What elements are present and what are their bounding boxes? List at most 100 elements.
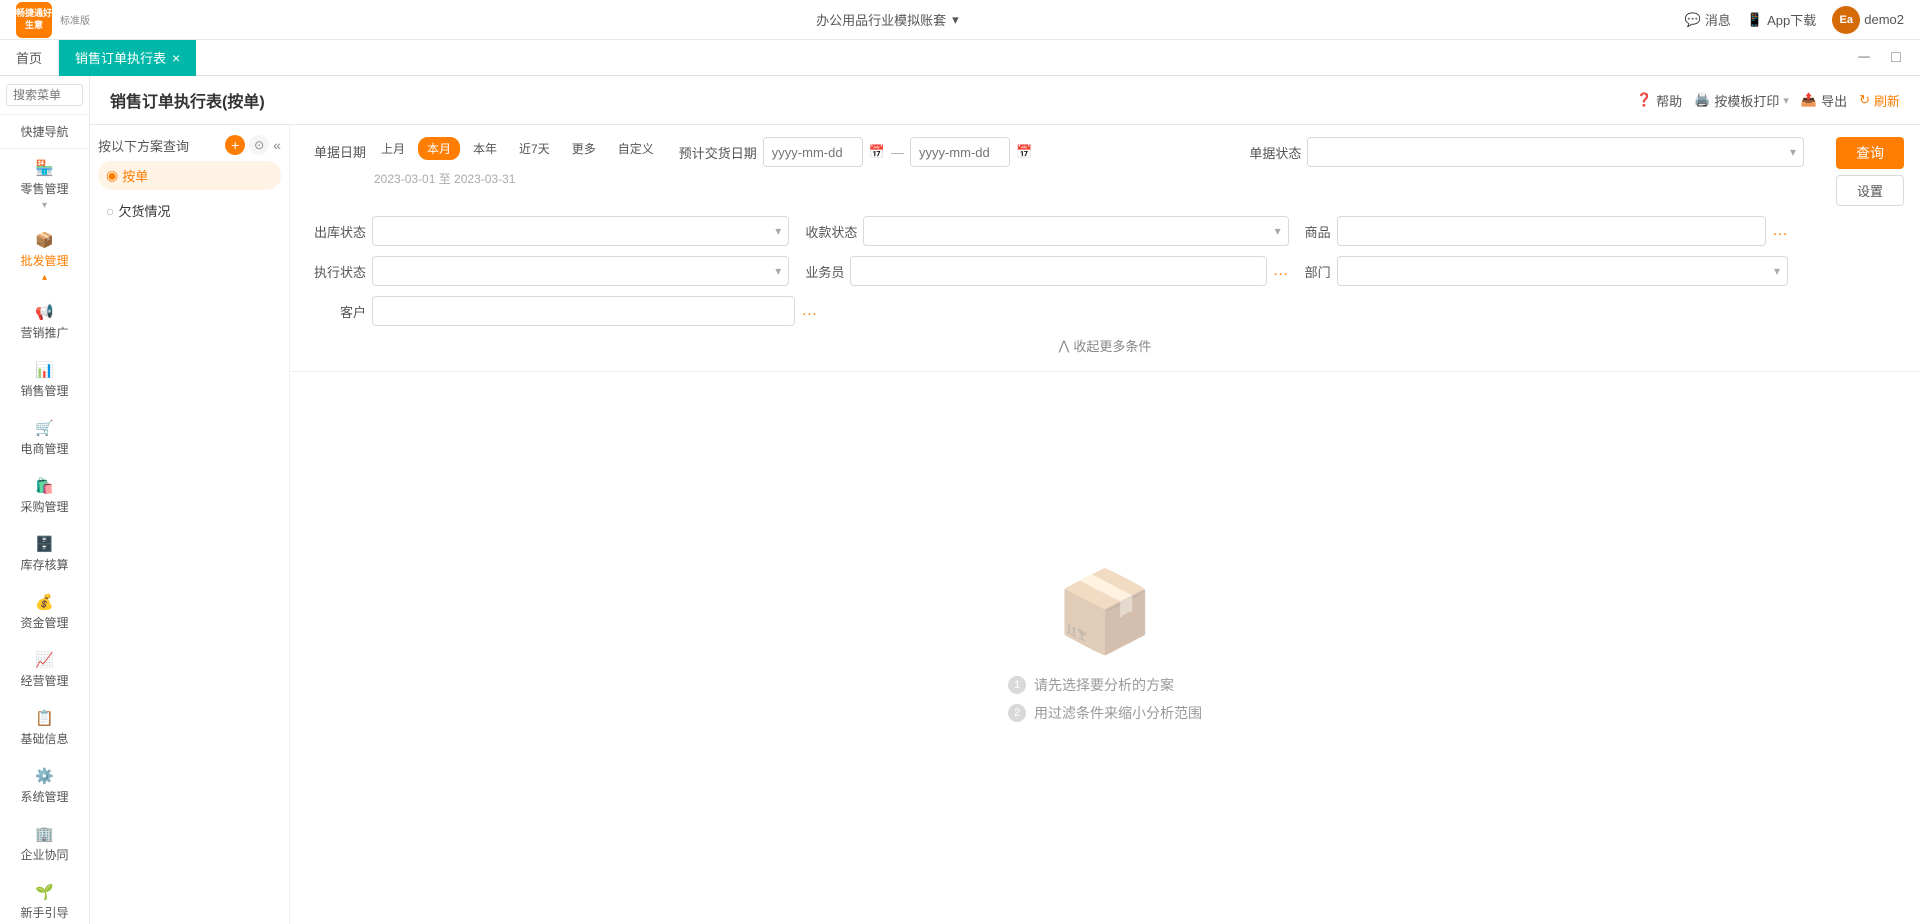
sidebar-item-operation[interactable]: 📈 经营管理 xyxy=(0,641,89,699)
hint-num-1: 1 xyxy=(1008,676,1026,694)
scheme-item-by-order[interactable]: ◉ 按单 xyxy=(98,161,281,190)
date-pill-last-month[interactable]: 上月 xyxy=(372,137,414,160)
date-pill-more[interactable]: 更多 xyxy=(563,137,605,160)
exec-status-select[interactable] xyxy=(372,256,789,286)
hint-item-2: 2 用过滤条件来缩小分析范围 xyxy=(1008,703,1202,723)
refresh-btn[interactable]: ↻ 刷新 xyxy=(1859,91,1900,110)
date-range-text: 2023-03-01 至 2023-03-31 xyxy=(374,170,515,187)
scheme-collapse-btn[interactable]: « xyxy=(273,137,281,153)
sidebar-item-enterprise[interactable]: 🏢 企业协同 xyxy=(0,815,89,873)
status-select-wrapper xyxy=(1307,137,1804,167)
print-icon: 🖨️ xyxy=(1694,92,1710,108)
finance-icon: 💰 xyxy=(35,593,54,611)
sidebar-item-system[interactable]: ⚙️ 系统管理 xyxy=(0,757,89,815)
scheme-copy-btn[interactable]: ⊙ xyxy=(249,135,269,155)
date-label: 单据日期 xyxy=(306,142,366,161)
customer-ellipsis-btn[interactable]: … xyxy=(801,302,817,320)
date-calendar-start-icon[interactable]: 📅 xyxy=(869,144,885,160)
empty-hints: 1 请先选择要分析的方案 2 用过滤条件来缩小分析范围 xyxy=(1008,675,1202,731)
date-pill-custom[interactable]: 自定义 xyxy=(609,137,663,160)
customer-input[interactable] xyxy=(372,296,795,326)
export-icon: 📤 xyxy=(1801,92,1817,108)
scheme-panel: 按以下方案查询 + ⊙ « ◉ 按单 ○ 欠货情况 xyxy=(90,125,290,924)
sidebar-item-retail[interactable]: 🏪 零售管理 ▾ xyxy=(0,149,89,221)
search-input[interactable] xyxy=(6,84,83,106)
app-selector[interactable]: 办公用品行业模拟账套 ▾ xyxy=(816,10,959,29)
tab-close-icon[interactable]: × xyxy=(172,51,180,65)
expected-date-start-input[interactable] xyxy=(763,137,863,167)
sidebar-item-basic[interactable]: 📋 基础信息 xyxy=(0,699,89,757)
newbie-icon: 🌱 xyxy=(35,883,54,901)
topbar: 畅捷通好生意 标准版 办公用品行业模拟账套 ▾ 💬 消息 📱 App下载 Ea … xyxy=(0,0,1920,40)
scheme-panel-header: 按以下方案查询 + ⊙ « xyxy=(98,135,281,155)
dept-select[interactable] xyxy=(1337,256,1788,286)
topbar-right: 💬 消息 📱 App下载 Ea demo2 xyxy=(1685,6,1904,34)
topbar-subtitle: 标准版 xyxy=(60,12,90,27)
sidebar-item-wholesale[interactable]: 📦 批发管理 ▴ xyxy=(0,221,89,293)
sales-icon: 📊 xyxy=(35,361,54,379)
inventory-icon: 🗄️ xyxy=(35,535,54,553)
app-download-btn[interactable]: 📱 App下载 xyxy=(1747,10,1816,29)
sidebar-quick-nav[interactable]: 快捷导航 xyxy=(0,115,89,149)
user-menu[interactable]: Ea demo2 xyxy=(1832,6,1904,34)
help-btn[interactable]: ❓ 帮助 xyxy=(1636,91,1682,110)
collect-status-wrapper xyxy=(863,216,1288,246)
retail-icon: 🏪 xyxy=(35,159,54,177)
collapse-more-btn[interactable]: ⋀ 收起更多条件 xyxy=(306,332,1904,359)
tab-sales-order[interactable]: 销售订单执行表 × xyxy=(59,40,196,76)
salesman-ellipsis-btn[interactable]: … xyxy=(1273,262,1289,280)
hint-item-1: 1 请先选择要分析的方案 xyxy=(1008,675,1202,695)
scheme-item-arrears[interactable]: ○ 欠货情况 xyxy=(98,196,281,225)
dept-wrapper xyxy=(1337,256,1788,286)
content-body: 按以下方案查询 + ⊙ « ◉ 按单 ○ 欠货情况 xyxy=(90,125,1920,924)
query-btn[interactable]: 查询 xyxy=(1836,137,1904,169)
empty-state: 📦 1 请先选择要分析的方案 2 用过滤条件来缩小分析范围 xyxy=(290,372,1920,924)
date-pill-last-7[interactable]: 近7天 xyxy=(510,137,559,160)
content-area: 销售订单执行表(按单) ❓ 帮助 🖨️ 按模板打印 ▾ 📤 导出 ↻ 刷新 xyxy=(90,76,1920,924)
sidebar-item-finance[interactable]: 💰 资金管理 xyxy=(0,583,89,641)
scheme-add-btn[interactable]: + xyxy=(225,135,245,155)
retail-collapse-icon: ▾ xyxy=(42,200,47,211)
sidebar-item-newbie[interactable]: 🌱 新手引导 xyxy=(0,873,89,924)
status-select[interactable] xyxy=(1307,137,1804,167)
marketing-icon: 📢 xyxy=(35,303,54,321)
hint-num-2: 2 xyxy=(1008,704,1026,722)
expected-date-end-input[interactable] xyxy=(910,137,1010,167)
ecommerce-icon: 🛒 xyxy=(35,419,54,437)
tabbar: 首页 销售订单执行表 × ─ □ xyxy=(0,40,1920,76)
out-status-select[interactable] xyxy=(372,216,789,246)
collect-status-select[interactable] xyxy=(863,216,1288,246)
help-icon: ❓ xyxy=(1636,92,1652,108)
sidebar-item-sales[interactable]: 📊 销售管理 xyxy=(0,351,89,409)
print-btn[interactable]: 🖨️ 按模板打印 ▾ xyxy=(1694,91,1789,110)
avatar: Ea xyxy=(1832,6,1860,34)
date-pill-this-year[interactable]: 本年 xyxy=(464,137,506,160)
system-icon: ⚙️ xyxy=(35,767,54,785)
date-calendar-end-icon[interactable]: 📅 xyxy=(1016,144,1032,160)
sidebar-item-marketing[interactable]: 📢 营销推广 xyxy=(0,293,89,351)
tab-maximize-btn[interactable]: □ xyxy=(1884,46,1908,70)
salesman-input[interactable] xyxy=(850,256,1266,286)
message-btn[interactable]: 💬 消息 xyxy=(1685,10,1731,29)
sidebar-item-ecommerce[interactable]: 🛒 电商管理 xyxy=(0,409,89,467)
enterprise-icon: 🏢 xyxy=(35,825,54,843)
customer-label: 客户 xyxy=(306,302,366,321)
export-btn[interactable]: 📤 导出 xyxy=(1801,91,1847,110)
tab-minimize-btn[interactable]: ─ xyxy=(1852,46,1876,70)
sidebar-search-container xyxy=(0,76,89,115)
sidebar-item-purchase[interactable]: 🛍️ 采购管理 xyxy=(0,467,89,525)
basic-icon: 📋 xyxy=(35,709,54,727)
salesman-label: 业务员 xyxy=(805,262,844,281)
goods-input[interactable] xyxy=(1337,216,1766,246)
scheme-panel-btns: + ⊙ « xyxy=(225,135,281,155)
action-btns: 查询 设置 xyxy=(1836,137,1904,206)
goods-ellipsis-btn[interactable]: … xyxy=(1772,222,1788,240)
tabbar-actions: ─ □ xyxy=(1852,46,1920,70)
date-pill-this-month[interactable]: 本月 xyxy=(418,137,460,160)
settings-btn[interactable]: 设置 xyxy=(1836,175,1904,206)
out-status-wrapper xyxy=(372,216,789,246)
tab-home[interactable]: 首页 xyxy=(0,40,59,76)
collect-status-label: 收款状态 xyxy=(805,222,857,241)
sidebar-item-inventory[interactable]: 🗄️ 库存核算 xyxy=(0,525,89,583)
wholesale-icon: 📦 xyxy=(35,231,54,249)
